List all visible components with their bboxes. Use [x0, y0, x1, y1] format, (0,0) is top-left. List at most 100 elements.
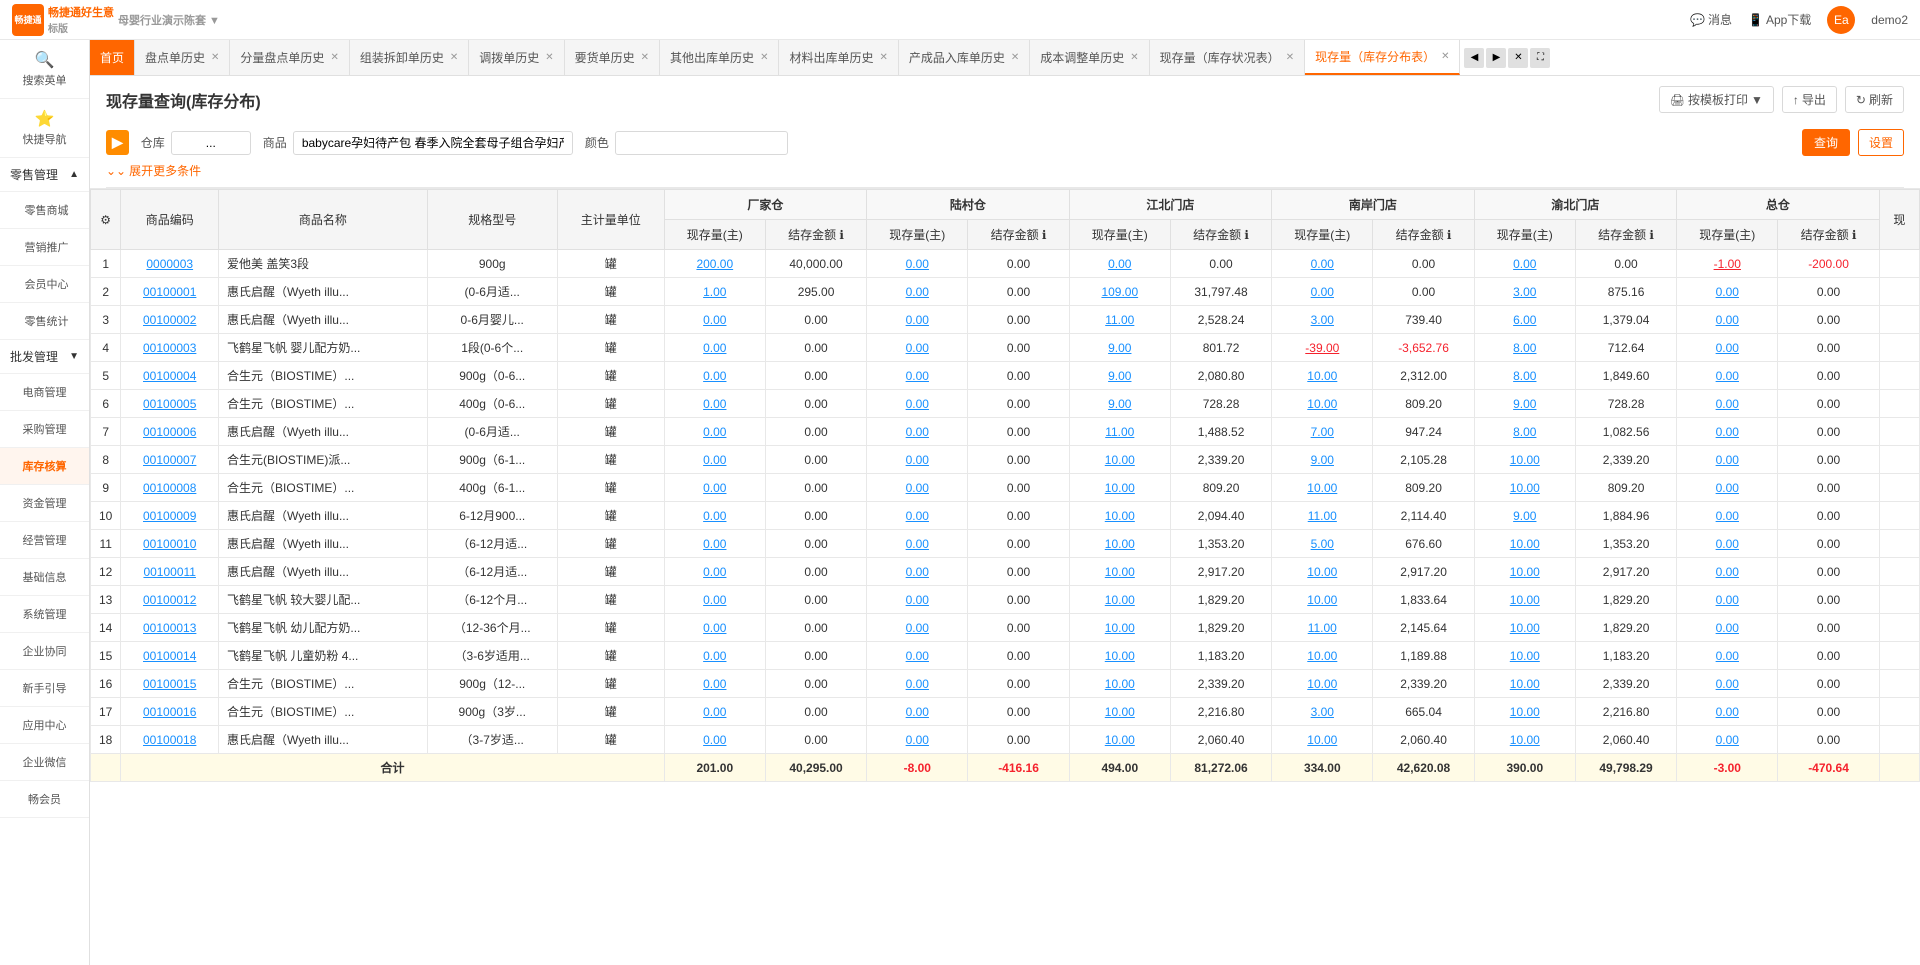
close-icon[interactable]: ✕ [211, 52, 219, 63]
cell-yb-stock: 10.00 [1474, 558, 1575, 586]
tab-inv-count-label: 盘点单历史 [145, 49, 205, 66]
cell-na-stock: 10.00 [1272, 586, 1373, 614]
cell-idx: 18 [91, 726, 121, 754]
tab-cost-adjust[interactable]: 成本调整单历史 ✕ [1030, 40, 1149, 75]
sidebar-item-nav[interactable]: ⭐ 快捷导航 [0, 99, 89, 158]
tab-transfer[interactable]: 调拨单历史 ✕ [469, 40, 564, 75]
sidebar-item-ecommerce[interactable]: 电商管理 [0, 374, 89, 411]
cell-spec: 900g [427, 250, 557, 278]
tab-partial-count[interactable]: 分量盘点单历史 ✕ [230, 40, 349, 75]
suite-selector[interactable]: 母婴行业演示陈套 ▼ [118, 12, 220, 28]
tab-stock-status[interactable]: 现存量（库存状况表） ✕ [1150, 40, 1305, 75]
settings-btn[interactable]: 设置 [1858, 129, 1904, 156]
close-icon[interactable]: ✕ [330, 52, 338, 63]
sidebar-item-shop[interactable]: 零售商城 [0, 192, 89, 229]
close-icon[interactable]: ✕ [760, 52, 768, 63]
cell-idx: 16 [91, 670, 121, 698]
color-input[interactable] [615, 131, 788, 155]
cell-na-stock: 10.00 [1272, 670, 1373, 698]
tab-inventory-count[interactable]: 盘点单历史 ✕ [135, 40, 230, 75]
tab-fullscreen-btn[interactable]: ⛶ [1530, 48, 1550, 68]
cell-na-stock: 10.00 [1272, 474, 1373, 502]
close-icon[interactable]: ✕ [641, 52, 649, 63]
cell-name: 惠氏启醒（Wyeth illu... [219, 726, 428, 754]
cell-ls-stock: 0.00 [867, 278, 968, 306]
close-icon[interactable]: ✕ [879, 52, 887, 63]
tab-stock-dist-label: 现存量（库存分布表） [1315, 48, 1435, 65]
cell-code: 00100010 [121, 530, 219, 558]
tab-home[interactable]: 首页 [90, 40, 135, 75]
cell-jb-amt: 2,339.20 [1170, 670, 1271, 698]
avatar[interactable]: Ea [1827, 6, 1855, 34]
warehouse-input[interactable] [171, 131, 251, 155]
tab-close-all-btn[interactable]: ✕ [1508, 48, 1528, 68]
close-icon[interactable]: ✕ [545, 52, 553, 63]
col-tot-stock: 现存量(主) [1677, 220, 1778, 250]
sidebar-item-collab[interactable]: 企业协同 [0, 633, 89, 670]
sidebar-item-system[interactable]: 系统管理 [0, 596, 89, 633]
tab-requisition[interactable]: 要货单历史 ✕ [565, 40, 660, 75]
product-filter: 商品 [263, 131, 573, 155]
cell-spec: （6-12月适... [427, 530, 557, 558]
tab-product-in[interactable]: 产成品入库单历史 ✕ [899, 40, 1030, 75]
app-sub: 标版 [48, 20, 114, 35]
tab-prev-btn[interactable]: ◀ [1464, 48, 1484, 68]
sidebar-item-appcenter[interactable]: 应用中心 [0, 707, 89, 744]
cell-ls-stock: 0.00 [867, 670, 968, 698]
username[interactable]: demo2 [1871, 13, 1908, 27]
expand-collapse-btn[interactable]: ▶ [106, 130, 129, 155]
cell-jb-stock: 9.00 [1069, 334, 1170, 362]
cell-jb-stock: 0.00 [1069, 250, 1170, 278]
cell-yb-amt: 1,849.60 [1575, 362, 1676, 390]
tab-assemble[interactable]: 组装拆卸单历史 ✕ [350, 40, 469, 75]
cell-yb-amt: 712.64 [1575, 334, 1676, 362]
sidebar-item-purchase[interactable]: 采购管理 [0, 411, 89, 448]
export-btn[interactable]: ↑ 导出 [1782, 86, 1837, 113]
close-icon[interactable]: ✕ [1130, 52, 1138, 63]
sidebar-item-wechat[interactable]: 企业微信 [0, 744, 89, 781]
sidebar-item-finance[interactable]: 资金管理 [0, 485, 89, 522]
sidebar-item-wholesale[interactable]: 批发管理 ▼ [0, 340, 89, 374]
close-icon[interactable]: ✕ [1441, 51, 1449, 62]
cell-code: 00100005 [121, 390, 219, 418]
sum-yb-amt: 49,798.29 [1575, 754, 1676, 782]
expand-more-btn[interactable]: ⌄⌄ 展开更多条件 [106, 162, 1904, 179]
sidebar-item-operations[interactable]: 经营管理 [0, 522, 89, 559]
cell-unit: 罐 [557, 446, 664, 474]
tab-stock-dist[interactable]: 现存量（库存分布表） ✕ [1305, 40, 1460, 75]
product-input[interactable] [293, 131, 573, 155]
cell-tot-amt: 0.00 [1778, 614, 1879, 642]
cell-code: 00100008 [121, 474, 219, 502]
sidebar-item-marketing[interactable]: 营销推广 [0, 229, 89, 266]
cell-tot-stock: 0.00 [1677, 698, 1778, 726]
sidebar-item-inventory[interactable]: 库存核算 [0, 448, 89, 485]
col-settings-icon[interactable]: ⚙ [91, 190, 121, 250]
refresh-btn[interactable]: ↻ 刷新 [1845, 86, 1904, 113]
cell-yb-stock: 9.00 [1474, 502, 1575, 530]
tab-next-btn[interactable]: ▶ [1486, 48, 1506, 68]
table-row: 14 00100013 飞鹤星飞帆 幼儿配方奶... （12-36个月... 罐… [91, 614, 1920, 642]
close-icon[interactable]: ✕ [450, 52, 458, 63]
sidebar-item-stats[interactable]: 零售统计 [0, 303, 89, 340]
close-icon[interactable]: ✕ [1011, 52, 1019, 63]
sidebar-item-member[interactable]: 会员中心 [0, 266, 89, 303]
cell-yb-amt: 1,183.20 [1575, 642, 1676, 670]
cell-jb-amt: 2,339.20 [1170, 446, 1271, 474]
sum-jb-stock: 494.00 [1069, 754, 1170, 782]
cell-jb-amt: 801.72 [1170, 334, 1271, 362]
sidebar-item-basics[interactable]: 基础信息 [0, 559, 89, 596]
search-btn[interactable]: 查询 [1802, 129, 1850, 156]
tab-other-out[interactable]: 其他出库单历史 ✕ [660, 40, 779, 75]
message-btn[interactable]: 💬 消息 [1690, 11, 1732, 28]
print-btn[interactable]: 🖨 按模板打印 ▼ [1659, 86, 1774, 113]
sidebar-item-retail[interactable]: 零售管理 ▲ [0, 158, 89, 192]
col-yubei-header: 渝北门店 [1474, 190, 1677, 220]
sidebar-item-search[interactable]: 🔍 搜索英单 [0, 40, 89, 99]
sidebar-item-guide[interactable]: 新手引导 [0, 670, 89, 707]
cell-spec: 1段(0-6个... [427, 334, 557, 362]
tab-material-out[interactable]: 材料出库单历史 ✕ [779, 40, 898, 75]
app-download-btn[interactable]: 📱 App下载 [1748, 11, 1811, 28]
cell-na-stock: 0.00 [1272, 250, 1373, 278]
sidebar-item-vip[interactable]: 畅会员 [0, 781, 89, 818]
close-icon[interactable]: ✕ [1286, 52, 1294, 63]
